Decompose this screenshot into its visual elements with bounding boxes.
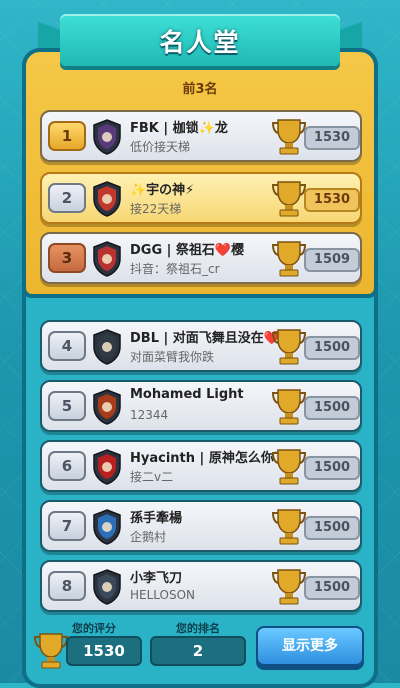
player-name: 孫手牽楊	[130, 511, 183, 526]
rank-number: 5	[48, 391, 86, 421]
leaderboard-row[interactable]: 6 Hyacinth | 原神怎么你了 接二v二 1500	[40, 440, 362, 492]
player-subtitle: 抖音：祭祖石_cr	[130, 262, 220, 276]
player-subtitle: 接22天梯	[130, 202, 182, 216]
trophy-score: 1500	[304, 396, 360, 420]
player-name: Mohamed Light	[130, 387, 244, 402]
rank-number: 2	[48, 183, 86, 213]
player-subtitle: 12344	[130, 408, 169, 422]
trophy-icon	[272, 389, 306, 425]
title-banner: 名人堂	[60, 14, 340, 66]
arrow-badge-icon	[93, 509, 121, 545]
sword-badge-icon	[93, 329, 121, 365]
page-title: 名人堂	[159, 28, 241, 57]
trophy-score: 1500	[304, 456, 360, 480]
leaderboard-row[interactable]: 2 ✨宇の神⚡ 接22天梯 1530	[40, 172, 362, 224]
moon-badge-icon	[93, 119, 121, 155]
helmet-badge-icon	[93, 569, 121, 605]
top3-label: 前3名	[182, 82, 218, 97]
leaderboard-row[interactable]: 7 孫手牽楊企鹅村 1500	[40, 500, 362, 552]
your-rank-value: 2	[150, 636, 246, 666]
your-score-label: 您的评分	[72, 622, 116, 635]
rank-number: 7	[48, 511, 86, 541]
leaderboard-row[interactable]: 4 DBL | 对面飞舞且没在❤️吉步对面菜臂我你跌 1500	[40, 320, 362, 372]
leaderboard-row[interactable]: 3 DGG | 祭祖石❤️樱 抖音：祭祖石_cr 1509	[40, 232, 362, 284]
rank-number: 6	[48, 451, 86, 481]
rank-number: 8	[48, 571, 86, 601]
trophy-icon	[272, 449, 306, 485]
player-subtitle: 对面菜臂我你跌	[130, 350, 215, 364]
trophy-icon	[272, 119, 306, 155]
player-subtitle: 企鹅村	[130, 530, 167, 544]
trophy-score: 1530	[304, 126, 360, 150]
player-name: DBL | 对面飞舞且没在❤️吉步	[130, 331, 280, 346]
trophy-icon	[272, 509, 306, 545]
show-more-button[interactable]: 显示更多	[256, 626, 364, 666]
flame-circle-badge-icon	[93, 181, 121, 217]
trophy-score: 1530	[304, 188, 360, 212]
rank-number: 4	[48, 331, 86, 361]
footer-bar: 您的评分 1530 您的排名 2 显示更多	[0, 618, 400, 683]
fire-badge-icon	[93, 389, 121, 425]
trophy-score: 1500	[304, 336, 360, 360]
player-name: ✨宇の神⚡	[130, 183, 195, 198]
trophy-icon	[272, 241, 306, 277]
shield-badge-icon	[93, 241, 121, 277]
player-name: FBK | 枷锁✨龙	[130, 121, 228, 136]
your-rank-label: 您的排名	[176, 622, 220, 635]
yinyang-badge-icon	[93, 449, 121, 485]
trophy-score: 1509	[304, 248, 360, 272]
trophy-score: 1500	[304, 576, 360, 600]
player-subtitle: HELLOSON	[130, 588, 196, 602]
trophy-score: 1500	[304, 516, 360, 540]
your-score-value: 1530	[66, 636, 142, 666]
trophy-icon	[272, 329, 306, 365]
player-name: Hyacinth | 原神怎么你了	[130, 451, 280, 466]
trophy-icon	[34, 633, 68, 669]
player-name: 小李飞刀	[130, 571, 183, 586]
leaderboard-row[interactable]: 1 FBK | 枷锁✨龙 低价接天梯 1530	[40, 110, 362, 162]
rank-number: 3	[48, 243, 86, 273]
player-subtitle: 低价接天梯	[130, 140, 191, 154]
trophy-icon	[272, 181, 306, 217]
trophy-icon	[272, 569, 306, 605]
leaderboard-row[interactable]: 5 Mohamed Light 12344 1500	[40, 380, 362, 432]
player-name: DGG | 祭祖石❤️樱	[130, 243, 245, 258]
rank-number: 1	[48, 121, 86, 151]
player-subtitle: 接二v二	[130, 470, 174, 484]
leaderboard-row[interactable]: 8 小李飞刀 HELLOSON 1500	[40, 560, 362, 612]
